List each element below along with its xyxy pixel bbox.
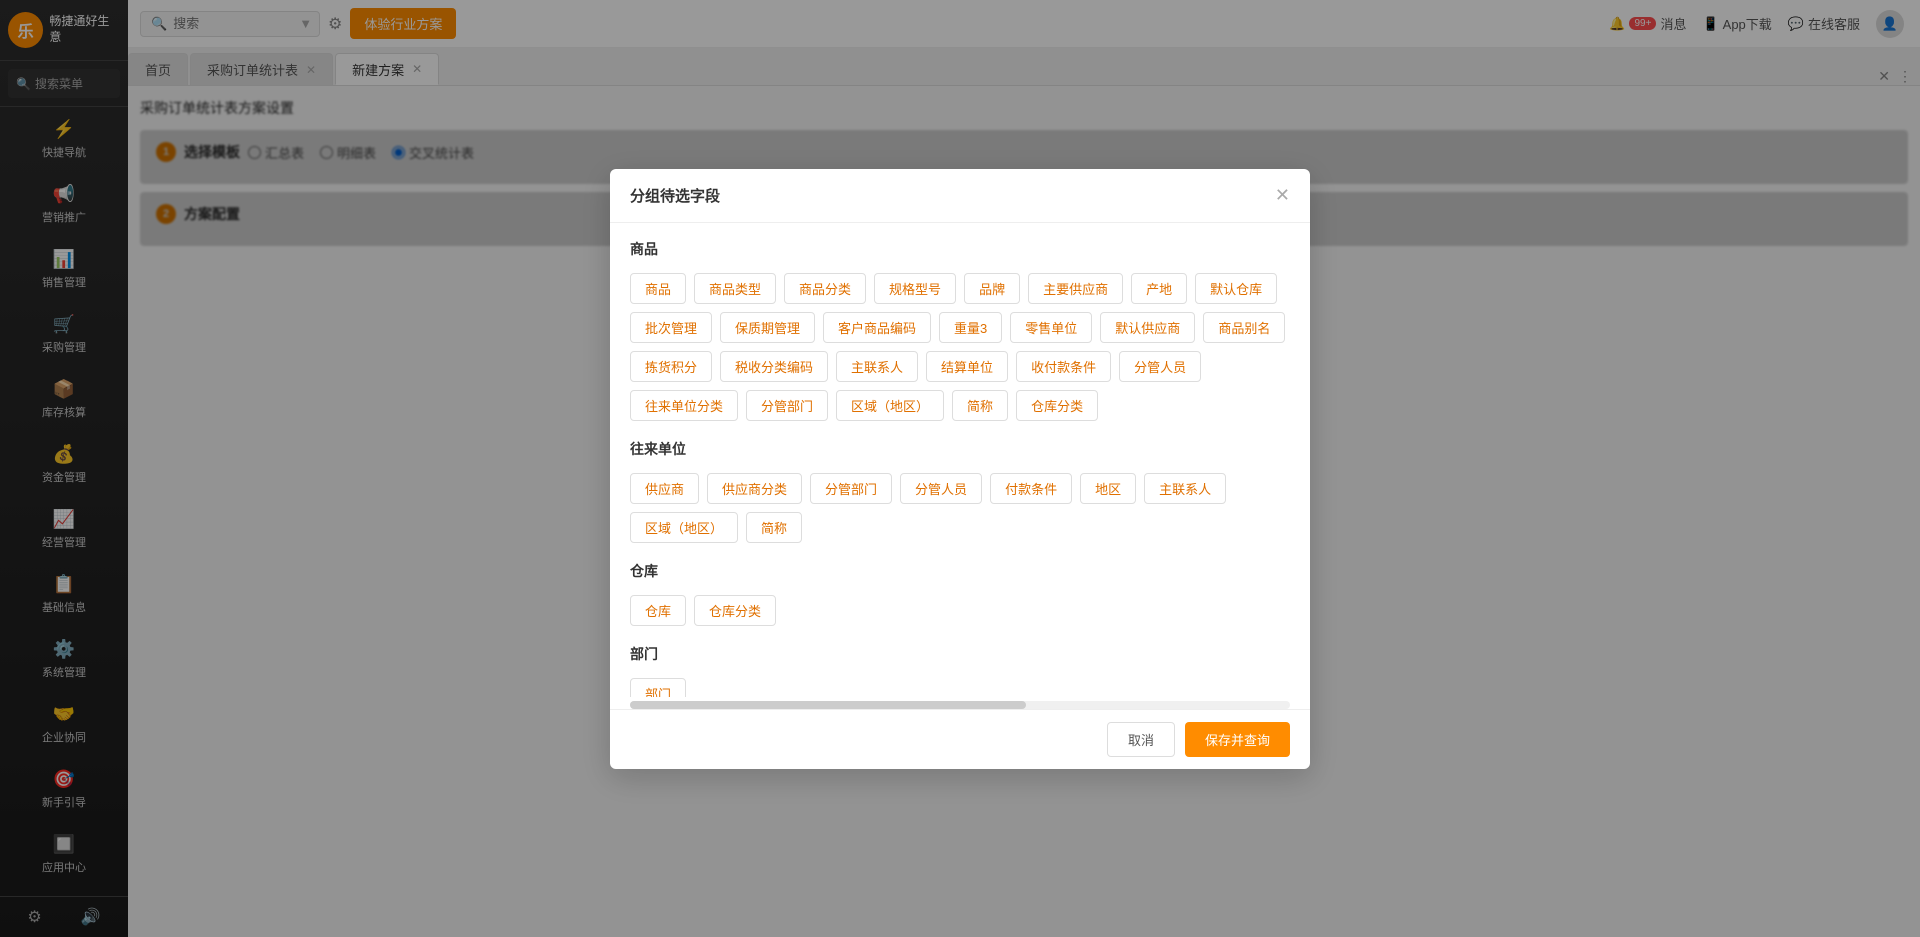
section-department: 部门 部门 bbox=[630, 644, 1290, 697]
field-tag-地区[interactable]: 地区 bbox=[1080, 473, 1136, 504]
field-tags-department: 部门 bbox=[630, 678, 1290, 697]
field-tag-付款条件[interactable]: 付款条件 bbox=[990, 473, 1072, 504]
field-tag-简称[interactable]: 简称 bbox=[952, 390, 1008, 421]
field-tag-主联系人[interactable]: 主联系人 bbox=[1144, 473, 1226, 504]
field-tag-分管人员[interactable]: 分管人员 bbox=[900, 473, 982, 504]
confirm-button[interactable]: 保存并查询 bbox=[1185, 722, 1290, 757]
field-tag-分管部门[interactable]: 分管部门 bbox=[746, 390, 828, 421]
field-tag-商品分类[interactable]: 商品分类 bbox=[784, 273, 866, 304]
field-tag-商品[interactable]: 商品 bbox=[630, 273, 686, 304]
field-tags-product: 商品商品类型商品分类规格型号品牌主要供应商产地默认仓库批次管理保质期管理客户商品… bbox=[630, 273, 1290, 421]
modal-header: 分组待选字段 ✕ bbox=[610, 169, 1310, 223]
section-partner: 往来单位 供应商供应商分类分管部门分管人员付款条件地区主联系人区域（地区） 简称 bbox=[630, 439, 1290, 543]
field-tag-部门[interactable]: 部门 bbox=[630, 678, 686, 697]
modal-title: 分组待选字段 bbox=[630, 185, 720, 206]
field-tags-partner: 供应商供应商分类分管部门分管人员付款条件地区主联系人区域（地区） 简称 bbox=[630, 473, 1290, 543]
field-tag-品牌[interactable]: 品牌 bbox=[964, 273, 1020, 304]
modal-scroll-thumb bbox=[630, 701, 1026, 709]
field-tag-主联系人[interactable]: 主联系人 bbox=[836, 351, 918, 382]
cancel-button[interactable]: 取消 bbox=[1107, 722, 1175, 757]
field-tag-默认仓库[interactable]: 默认仓库 bbox=[1195, 273, 1277, 304]
modal-scroll-track bbox=[630, 701, 1290, 709]
section-title-partner: 往来单位 bbox=[630, 439, 1290, 463]
field-tag-仓库分类[interactable]: 仓库分类 bbox=[1016, 390, 1098, 421]
section-title-department: 部门 bbox=[630, 644, 1290, 668]
field-tag-产地[interactable]: 产地 bbox=[1131, 273, 1187, 304]
field-tag-默认供应商[interactable]: 默认供应商 bbox=[1100, 312, 1195, 343]
field-tag-商品类型[interactable]: 商品类型 bbox=[694, 273, 776, 304]
modal-body: 商品 商品商品类型商品分类规格型号品牌主要供应商产地默认仓库批次管理保质期管理客… bbox=[610, 223, 1310, 697]
field-tag-结算单位[interactable]: 结算单位 bbox=[926, 351, 1008, 382]
field-tag-仓库[interactable]: 仓库 bbox=[630, 595, 686, 626]
field-tag-仓库分类[interactable]: 仓库分类 bbox=[694, 595, 776, 626]
field-tags-warehouse: 仓库仓库分类 bbox=[630, 595, 1290, 626]
field-tag-零售单位[interactable]: 零售单位 bbox=[1010, 312, 1092, 343]
field-tag-往来单位分类[interactable]: 往来单位分类 bbox=[630, 390, 738, 421]
field-tag-简称[interactable]: 简称 bbox=[746, 512, 802, 543]
modal-close-icon[interactable]: ✕ bbox=[1275, 186, 1290, 204]
section-title-product: 商品 bbox=[630, 239, 1290, 263]
section-warehouse: 仓库 仓库仓库分类 bbox=[630, 561, 1290, 626]
field-tag-税收分类编码[interactable]: 税收分类编码 bbox=[720, 351, 828, 382]
field-tag-区域（地区）[interactable]: 区域（地区） bbox=[836, 390, 944, 421]
field-tag-重量3[interactable]: 重量3 bbox=[939, 312, 1002, 343]
modal-overlay: 分组待选字段 ✕ 商品 商品商品类型商品分类规格型号品牌主要供应商产地默认仓库批… bbox=[0, 0, 1920, 937]
modal-footer: 取消 保存并查询 bbox=[610, 709, 1310, 769]
field-tag-收付款条件[interactable]: 收付款条件 bbox=[1016, 351, 1111, 382]
field-tag-商品别名[interactable]: 商品别名 bbox=[1203, 312, 1285, 343]
field-tag-拣货积分[interactable]: 拣货积分 bbox=[630, 351, 712, 382]
field-tag-批次管理[interactable]: 批次管理 bbox=[630, 312, 712, 343]
field-tag-分管部门[interactable]: 分管部门 bbox=[810, 473, 892, 504]
field-tag-供应商分类[interactable]: 供应商分类 bbox=[707, 473, 802, 504]
field-tag-保质期管理[interactable]: 保质期管理 bbox=[720, 312, 815, 343]
field-tag-区域（地区）[interactable]: 区域（地区） bbox=[630, 512, 738, 543]
section-product: 商品 商品商品类型商品分类规格型号品牌主要供应商产地默认仓库批次管理保质期管理客… bbox=[630, 239, 1290, 421]
field-tag-供应商[interactable]: 供应商 bbox=[630, 473, 699, 504]
modal-dialog: 分组待选字段 ✕ 商品 商品商品类型商品分类规格型号品牌主要供应商产地默认仓库批… bbox=[610, 169, 1310, 769]
field-tag-客户商品编码[interactable]: 客户商品编码 bbox=[823, 312, 931, 343]
field-tag-主要供应商[interactable]: 主要供应商 bbox=[1028, 273, 1123, 304]
section-title-warehouse: 仓库 bbox=[630, 561, 1290, 585]
field-tag-规格型号[interactable]: 规格型号 bbox=[874, 273, 956, 304]
field-tag-分管人员[interactable]: 分管人员 bbox=[1119, 351, 1201, 382]
